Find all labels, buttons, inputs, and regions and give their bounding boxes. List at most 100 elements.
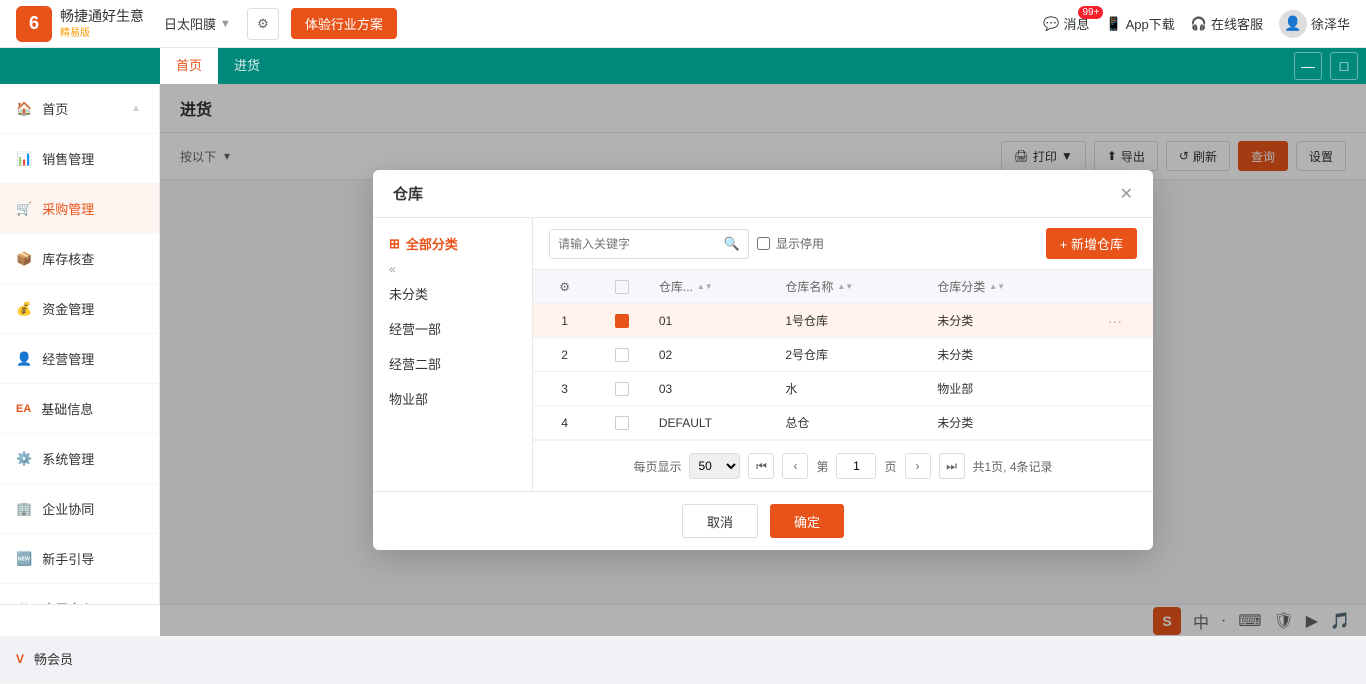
- store-selector[interactable]: 日太阳膜 ▼: [164, 14, 231, 33]
- message-icon: 💬: [1043, 16, 1059, 32]
- inventory-icon: 📦: [16, 251, 32, 267]
- modal-header: 仓库 ✕: [373, 170, 1153, 218]
- row-more-icon[interactable]: ···: [1108, 313, 1122, 329]
- page-number-input[interactable]: [836, 453, 876, 479]
- row-checkbox[interactable]: [615, 416, 629, 430]
- confirm-button[interactable]: 确定: [770, 504, 844, 538]
- per-page-label: 每页显示: [633, 458, 681, 475]
- row-actions: [1077, 338, 1153, 372]
- sidebar-item-sales[interactable]: 📊 销售管理: [0, 134, 159, 184]
- next-page-button[interactable]: ›: [905, 453, 931, 479]
- per-page-select[interactable]: 50 10 20 100: [689, 453, 740, 479]
- messages-button[interactable]: 💬 消息 99+: [1043, 14, 1089, 33]
- row-code: 03: [647, 372, 774, 406]
- sales-icon: 📊: [16, 151, 32, 167]
- prev-page-button[interactable]: ‹: [782, 453, 808, 479]
- category-property[interactable]: 物业部: [373, 381, 532, 416]
- sidebar-item-enterprise[interactable]: 🏢 企业协同: [0, 484, 159, 534]
- modal-category-sidebar: ⊞ 全部分类 « 未分类 经营一部 经营二部: [373, 218, 533, 491]
- new-warehouse-button[interactable]: + 新增仓库: [1046, 228, 1137, 259]
- table-row[interactable]: 2 02 2号仓库 未分类: [533, 338, 1153, 372]
- category-ops1[interactable]: 经营一部: [373, 311, 532, 346]
- sidebar-item-member[interactable]: V 畅会员: [0, 634, 159, 684]
- search-icon[interactable]: 🔍: [724, 236, 740, 252]
- modal-main-content: 🔍 显示停用 + 新增仓库: [533, 218, 1153, 491]
- row-number: 3: [533, 372, 596, 406]
- sidebar-item-basic-info[interactable]: EA 基础信息: [0, 384, 159, 434]
- grid-icon: ⊞: [389, 236, 400, 252]
- header-checkbox[interactable]: [615, 280, 629, 294]
- sidebar-item-home[interactable]: 🏠 首页 ▲: [0, 84, 159, 134]
- settings-icon[interactable]: ⚙: [247, 8, 279, 40]
- sidebar-item-finance[interactable]: 💰 资金管理: [0, 284, 159, 334]
- last-page-button[interactable]: ⏭: [939, 453, 965, 479]
- enterprise-icon: 🏢: [16, 501, 32, 517]
- basic-info-icon: EA: [16, 403, 31, 415]
- category-ops2[interactable]: 经营二部: [373, 346, 532, 381]
- show-disabled-label[interactable]: 显示停用: [757, 235, 824, 252]
- table-row[interactable]: 1 01 1号仓库 未分类 ···: [533, 304, 1153, 338]
- sort-name-icon: ▲▼: [837, 282, 853, 291]
- sidebar-item-purchase[interactable]: 🛒 采购管理: [0, 184, 159, 234]
- modal-footer: 取消 确定: [373, 491, 1153, 550]
- store-name: 日太阳膜: [164, 14, 216, 33]
- th-code[interactable]: 仓库... ▲▼: [647, 270, 774, 304]
- page-suffix: 页: [884, 458, 896, 475]
- table-row[interactable]: 4 DEFAULT 总仓 未分类: [533, 406, 1153, 440]
- top-header: 6 畅捷通好生意 精易版 日太阳膜 ▼ ⚙ 体验行业方案 💬 消息 99+ 📱 …: [0, 0, 1366, 48]
- store-arrow-icon: ▼: [220, 18, 231, 30]
- modal-close-icon[interactable]: ✕: [1120, 184, 1133, 204]
- maximize-button[interactable]: □: [1330, 52, 1358, 80]
- row-name: 总仓: [773, 406, 925, 440]
- sidebar-collapse-icon[interactable]: «: [373, 254, 412, 284]
- modal-body: ⊞ 全部分类 « 未分类 经营一部 经营二部: [373, 218, 1153, 491]
- app-download-button[interactable]: 📱 App下载: [1105, 14, 1174, 33]
- row-checkbox[interactable]: [615, 382, 629, 396]
- nav-tabs: 首页 进货 — □: [0, 48, 1366, 84]
- minimize-button[interactable]: —: [1294, 52, 1322, 80]
- content-area: 进货 按以下 ▾ 🖨 打印 ▼ ⬆ 导出 ↺ 刷新 查: [160, 84, 1366, 636]
- th-actions: [1077, 270, 1153, 304]
- sidebar-item-guide[interactable]: 🆕 新手引导: [0, 534, 159, 584]
- row-number: 4: [533, 406, 596, 440]
- nav-tab-purchase[interactable]: 进货: [218, 48, 276, 84]
- nav-tab-home[interactable]: 首页: [160, 48, 218, 84]
- sort-code-icon: ▲▼: [697, 282, 713, 291]
- row-checkbox[interactable]: [615, 314, 629, 328]
- th-category[interactable]: 仓库分类 ▲▼: [925, 270, 1077, 304]
- row-code: 01: [647, 304, 774, 338]
- user-profile[interactable]: 👤 徐泽华: [1279, 10, 1350, 38]
- mobile-icon: 📱: [1105, 16, 1121, 32]
- row-checkbox-cell: [596, 372, 647, 406]
- cancel-button[interactable]: 取消: [682, 504, 758, 538]
- row-actions: [1077, 406, 1153, 440]
- row-name: 水: [773, 372, 925, 406]
- username: 徐泽华: [1311, 14, 1350, 33]
- online-service-label: 在线客服: [1211, 14, 1263, 33]
- warehouse-table: ⚙ 仓库... ▲▼: [533, 270, 1153, 440]
- sidebar-item-system[interactable]: ⚙️ 系统管理: [0, 434, 159, 484]
- modal-title: 仓库: [393, 183, 423, 204]
- row-checkbox-cell: [596, 338, 647, 372]
- online-service-button[interactable]: 🎧 在线客服: [1191, 14, 1263, 33]
- main-layout: 🏠 首页 ▲ 📊 销售管理 🛒 采购管理 📦 库存核查 💰 资金管理 👤 经营管…: [0, 84, 1366, 636]
- table-row[interactable]: 3 03 水 物业部: [533, 372, 1153, 406]
- member-icon: V: [16, 652, 24, 666]
- row-checkbox[interactable]: [615, 348, 629, 362]
- row-checkbox-cell: [596, 304, 647, 338]
- first-page-button[interactable]: ⏮: [748, 453, 774, 479]
- search-input[interactable]: [558, 237, 724, 251]
- app-logo-icon: 6: [16, 6, 52, 42]
- headset-icon: 🎧: [1191, 16, 1207, 32]
- pagination: 每页显示 50 10 20 100 ⏮ ‹ 第 页: [533, 440, 1153, 491]
- th-name[interactable]: 仓库名称 ▲▼: [773, 270, 925, 304]
- row-code: 02: [647, 338, 774, 372]
- page-label: 第: [816, 458, 828, 475]
- table-header-row: ⚙ 仓库... ▲▼: [533, 270, 1153, 304]
- sidebar-item-management[interactable]: 👤 经营管理: [0, 334, 159, 384]
- trial-button[interactable]: 体验行业方案: [291, 8, 397, 39]
- warehouse-modal: 仓库 ✕ ⊞ 全部分类 « 未分类: [373, 170, 1153, 550]
- sidebar-item-inventory[interactable]: 📦 库存核查: [0, 234, 159, 284]
- show-disabled-checkbox[interactable]: [757, 237, 770, 250]
- message-badge: 99+: [1078, 6, 1103, 19]
